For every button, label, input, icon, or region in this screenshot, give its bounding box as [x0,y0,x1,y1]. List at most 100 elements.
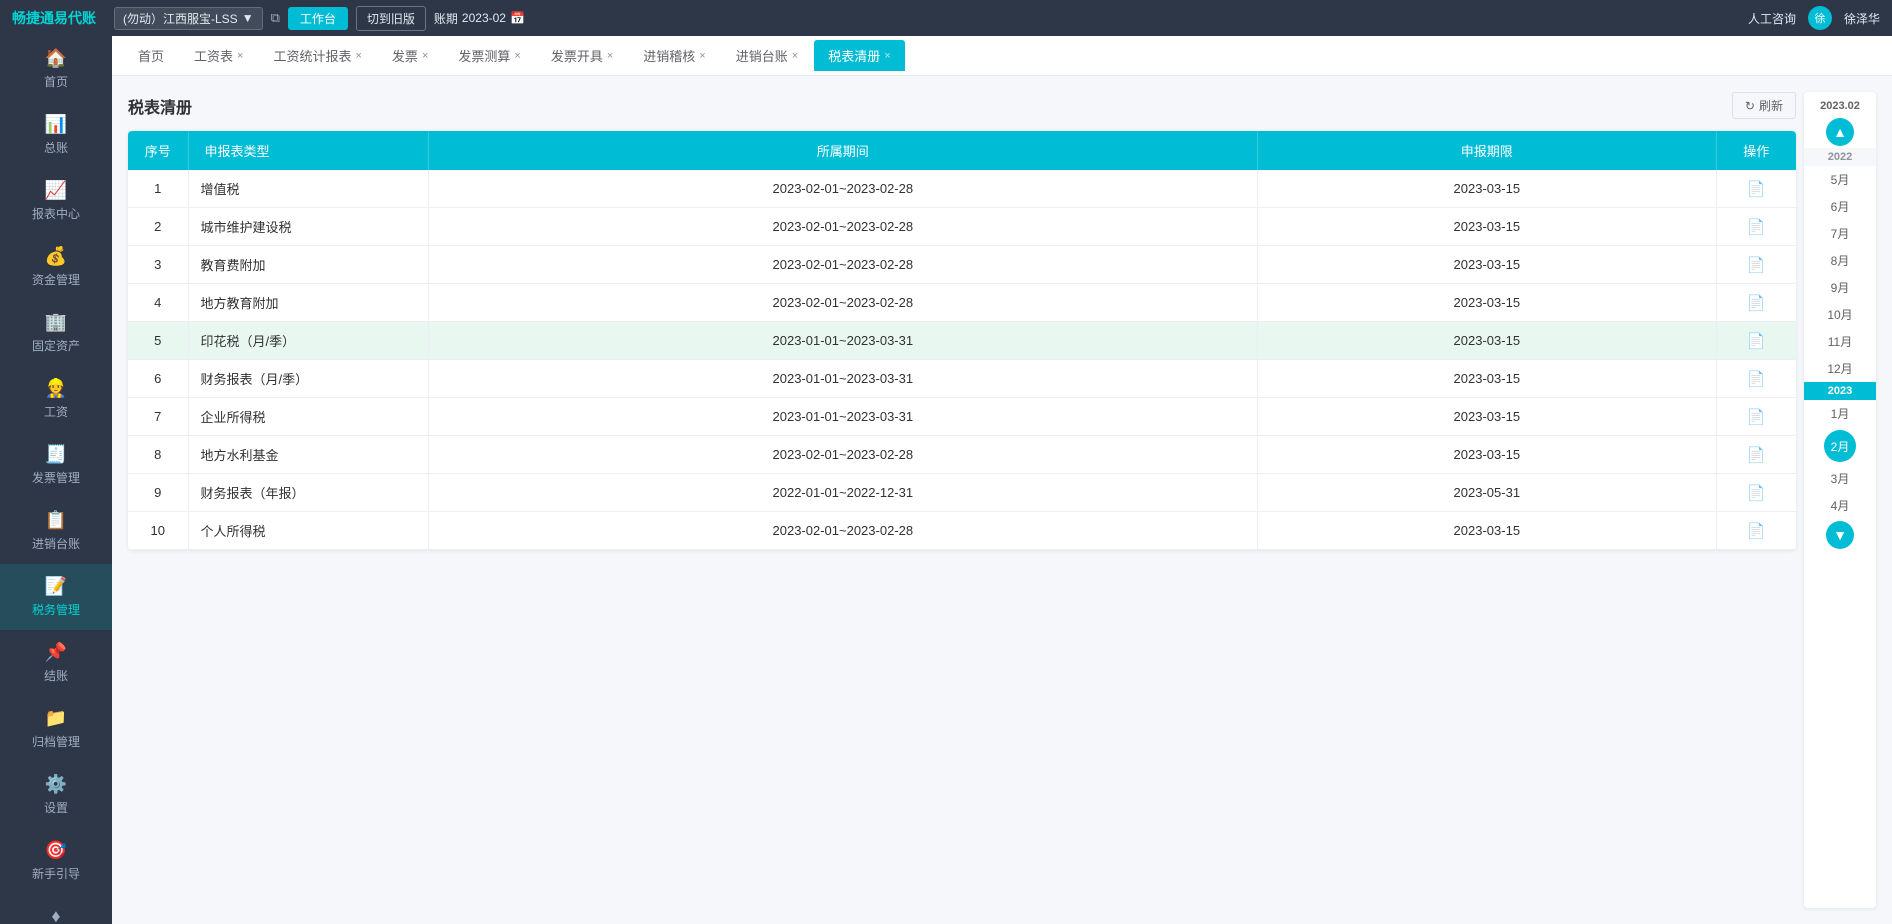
sidebar-item-member[interactable]: ♦ 畅会员 [0,894,112,924]
sidebar-item-label: 总账 [44,139,68,156]
cell-action: 📄 [1716,170,1796,208]
refresh-button[interactable]: ↻ 刷新 [1732,92,1796,119]
timeline-up-button[interactable]: ▲ [1826,118,1854,146]
document-icon[interactable]: 📄 [1747,371,1766,388]
tab-invoice-calc[interactable]: 发票测算 × [444,40,534,71]
copy-icon[interactable]: ⧉ [271,10,280,26]
timeline-month-2022-08[interactable]: 8月 [1804,247,1876,274]
tab-purchase-audit[interactable]: 进销稽核 × [629,40,719,71]
tab-home[interactable]: 首页 [124,40,178,71]
workspace-button[interactable]: 工作台 [288,7,348,30]
tab-close-icon[interactable]: × [792,50,798,62]
timeline-month-2022-12[interactable]: 12月 [1804,355,1876,382]
cell-period: 2023-01-01~2023-03-31 [428,360,1258,398]
sidebar-item-label: 资金管理 [32,271,80,288]
sidebar-item-closing[interactable]: 📌 结账 [0,630,112,696]
cell-seq: 9 [128,474,188,512]
sidebar-item-purchases[interactable]: 📋 进销台账 [0,498,112,564]
page-content: 税表清册 ↻ 刷新 序号 申报表类型 所属期间 申报期限 操作 [112,76,1892,924]
tab-close-icon[interactable]: × [607,50,613,62]
timeline-month-2023-01[interactable]: 1月 [1804,400,1876,427]
sidebar-item-label: 固定资产 [32,337,80,354]
tab-purchase-ledger[interactable]: 进销台账 × [722,40,812,71]
sidebar-item-salary[interactable]: 👷 工资 [0,366,112,432]
sidebar-item-home[interactable]: 🏠 首页 [0,36,112,102]
timeline-panel: 2023.02 ▲ 2022 5月 6月 7月 8月 9月 10月 11月 12… [1804,92,1876,908]
document-icon[interactable]: 📄 [1747,523,1766,540]
cell-action: 📄 [1716,436,1796,474]
timeline-month-2022-06[interactable]: 6月 [1804,193,1876,220]
cell-type: 个人所得税 [188,512,428,550]
timeline-month-2023-02-active[interactable]: 2月 [1824,430,1856,462]
tab-label: 发票测算 [458,46,510,65]
tab-salary-stats[interactable]: 工资统计报表 × [259,40,375,71]
closing-icon: 📌 [45,642,67,663]
sidebar-item-settings[interactable]: ⚙️ 设置 [0,762,112,828]
document-icon[interactable]: 📄 [1747,409,1766,426]
sidebar-item-archive[interactable]: 📁 归档管理 [0,696,112,762]
timeline-month-2022-10[interactable]: 10月 [1804,301,1876,328]
sidebar-item-label: 设置 [44,799,68,816]
tab-close-icon[interactable]: × [422,50,428,62]
refresh-label: 刷新 [1759,97,1783,114]
cell-deadline: 2023-03-15 [1258,360,1716,398]
tab-invoice-issue[interactable]: 发票开具 × [537,40,627,71]
period-value: 2023-02 [462,11,506,25]
timeline-down-button[interactable]: ▼ [1826,521,1854,549]
switch-version-button[interactable]: 切到旧版 [356,6,426,31]
document-icon[interactable]: 📄 [1747,219,1766,236]
sidebar-item-guide[interactable]: 🎯 新手引导 [0,828,112,894]
cell-type: 增值税 [188,170,428,208]
document-icon[interactable]: 📄 [1747,257,1766,274]
sidebar-item-funds[interactable]: 💰 资金管理 [0,234,112,300]
sidebar-item-invoice[interactable]: 🧾 发票管理 [0,432,112,498]
timeline-month-2022-11[interactable]: 11月 [1804,328,1876,355]
document-icon[interactable]: 📄 [1747,447,1766,464]
document-icon[interactable]: 📄 [1747,295,1766,312]
timeline-month-2023-04[interactable]: 4月 [1804,492,1876,519]
table-row: 5 印花税（月/季） 2023-01-01~2023-03-31 2023-03… [128,322,1796,360]
timeline-month-2022-05[interactable]: 5月 [1804,166,1876,193]
ai-consult[interactable]: 人工咨询 [1748,10,1796,27]
table-row: 7 企业所得税 2023-01-01~2023-03-31 2023-03-15… [128,398,1796,436]
page-header: 税表清册 ↻ 刷新 [128,92,1796,119]
document-icon[interactable]: 📄 [1747,181,1766,198]
calendar-icon[interactable]: 📅 [510,11,525,25]
timeline-month-2023-03[interactable]: 3月 [1804,465,1876,492]
archive-icon: 📁 [45,708,67,729]
sidebar-item-tax[interactable]: 📝 税务管理 [0,564,112,630]
timeline-month-2022-07[interactable]: 7月 [1804,220,1876,247]
tab-close-icon[interactable]: × [237,50,243,62]
tab-close-icon[interactable]: × [884,50,890,62]
tab-label: 首页 [138,46,164,65]
cell-type: 地方教育附加 [188,284,428,322]
timeline-month-2022-09[interactable]: 9月 [1804,274,1876,301]
cell-type: 印花税（月/季） [188,322,428,360]
col-deadline: 申报期限 [1258,131,1716,170]
document-icon[interactable]: 📄 [1747,333,1766,350]
company-selector[interactable]: (勿动）江西服宝-LSS ▼ [114,7,263,30]
sidebar-item-label: 工资 [44,403,68,420]
sidebar-item-ledger[interactable]: 📊 总账 [0,102,112,168]
cell-action: 📄 [1716,284,1796,322]
cell-seq: 2 [128,208,188,246]
tab-close-icon[interactable]: × [355,50,361,62]
period-label: 账期 [434,10,458,27]
app-logo: 畅捷通易代账 [12,8,96,28]
year-2023-label: 2023 [1804,382,1876,400]
cell-deadline: 2023-03-15 [1258,322,1716,360]
sidebar-item-assets[interactable]: 🏢 固定资产 [0,300,112,366]
cell-period: 2023-02-01~2023-02-28 [428,436,1258,474]
cell-period: 2023-02-01~2023-02-28 [428,170,1258,208]
document-icon[interactable]: 📄 [1747,485,1766,502]
sidebar-item-reports[interactable]: 📈 报表中心 [0,168,112,234]
tab-tax-register[interactable]: 税表清册 × [814,40,904,71]
tab-close-icon[interactable]: × [514,50,520,62]
tab-salary-table[interactable]: 工资表 × [180,40,257,71]
cell-action: 📄 [1716,474,1796,512]
tab-close-icon[interactable]: × [699,50,705,62]
col-period: 所属期间 [428,131,1258,170]
sidebar-item-label: 结账 [44,667,68,684]
tab-invoice[interactable]: 发票 × [378,40,442,71]
purchases-icon: 📋 [45,510,67,531]
